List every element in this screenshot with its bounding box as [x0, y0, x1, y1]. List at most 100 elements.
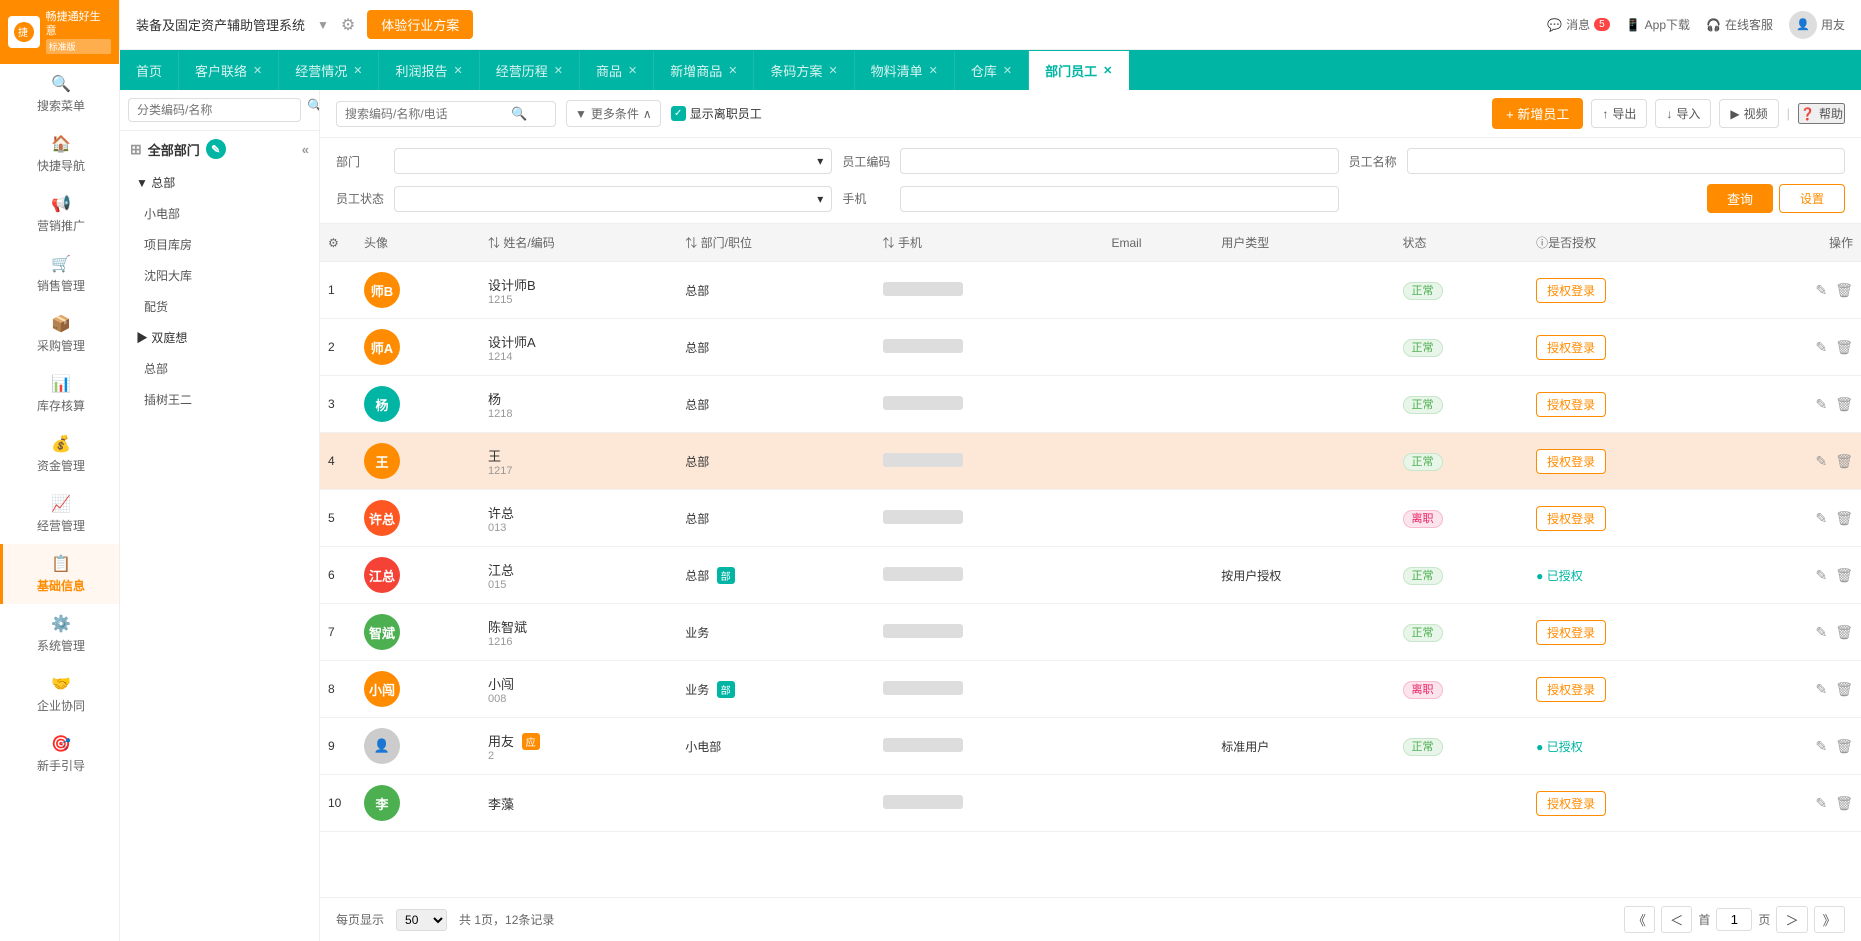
- dept-header[interactable]: ⊞ 全部部门 ✎ «: [120, 131, 319, 167]
- sidebar-item-shortcut[interactable]: 🏠 快捷导航: [0, 124, 119, 184]
- sidebar-item-finance[interactable]: 💰 资金管理: [0, 424, 119, 484]
- delete-icon[interactable]: 🗑: [1835, 624, 1853, 641]
- tab-biz-history-close[interactable]: ✕: [554, 64, 563, 77]
- delete-icon[interactable]: 🗑: [1835, 567, 1853, 584]
- tab-home[interactable]: 首页: [120, 51, 179, 90]
- per-page-select[interactable]: 50 100: [396, 909, 447, 931]
- delete-icon[interactable]: 🗑: [1835, 738, 1853, 755]
- tab-profit-close[interactable]: ✕: [454, 64, 463, 77]
- tab-materials[interactable]: 物料清单 ✕: [855, 51, 955, 90]
- user-item[interactable]: 👤 用友: [1789, 11, 1845, 39]
- auth-button[interactable]: 授权登录: [1536, 335, 1606, 360]
- dept-item-distribution[interactable]: 配货: [120, 291, 319, 322]
- col-settings[interactable]: ⚙: [320, 224, 356, 262]
- emp-code-input[interactable]: [900, 148, 1338, 174]
- dept-collapse-icon[interactable]: «: [302, 142, 309, 157]
- sort-name-icon[interactable]: ⇅: [488, 236, 500, 250]
- delete-icon[interactable]: 🗑: [1835, 339, 1853, 356]
- sort-phone-icon[interactable]: ⇅: [883, 236, 895, 250]
- tab-barcode[interactable]: 条码方案 ✕: [754, 51, 854, 90]
- sort-dept-icon[interactable]: ⇅: [685, 236, 697, 250]
- sidebar-item-system[interactable]: ⚙️ 系统管理: [0, 604, 119, 664]
- last-page-button[interactable]: 》: [1814, 906, 1845, 933]
- auth-button[interactable]: 授权登录: [1536, 392, 1606, 417]
- tab-warehouse-close[interactable]: ✕: [1003, 64, 1012, 77]
- sidebar-item-search[interactable]: 🔍 搜索菜单: [0, 64, 119, 124]
- export-button[interactable]: ↑ 导出: [1591, 99, 1647, 128]
- delete-icon[interactable]: 🗑: [1835, 510, 1853, 527]
- show-resigned-wrap[interactable]: ✓ 显示离职员工: [671, 105, 762, 122]
- dept-edit-button[interactable]: ✎: [206, 139, 226, 159]
- query-button[interactable]: 查询: [1707, 184, 1773, 213]
- tab-new-goods-close[interactable]: ✕: [728, 64, 737, 77]
- edit-icon[interactable]: ✎: [1815, 453, 1827, 470]
- edit-icon[interactable]: ✎: [1815, 282, 1827, 299]
- tab-barcode-close[interactable]: ✕: [828, 64, 837, 77]
- help-button[interactable]: ❓ 帮助: [1798, 103, 1845, 124]
- edit-icon[interactable]: ✎: [1815, 624, 1827, 641]
- dept-group-double[interactable]: ▶ 双庭想: [120, 322, 319, 353]
- auth-button[interactable]: 授权登录: [1536, 620, 1606, 645]
- sidebar-item-guide[interactable]: 🎯 新手引导: [0, 724, 119, 784]
- tab-customer-close[interactable]: ✕: [253, 64, 262, 77]
- delete-icon[interactable]: 🗑: [1835, 282, 1853, 299]
- delete-icon[interactable]: 🗑: [1835, 396, 1853, 413]
- dept-search-icon[interactable]: 🔍: [307, 98, 320, 122]
- search-icon[interactable]: 🔍: [511, 106, 527, 122]
- more-filter-button[interactable]: ▼ 更多条件 ∧: [566, 100, 661, 127]
- next-page-button[interactable]: ＞: [1776, 906, 1807, 933]
- auth-button[interactable]: 授权登录: [1536, 449, 1606, 474]
- edit-icon[interactable]: ✎: [1815, 510, 1827, 527]
- page-input[interactable]: [1716, 908, 1752, 931]
- phone-input[interactable]: [900, 186, 1338, 212]
- sidebar-item-inventory[interactable]: 📊 库存核算: [0, 364, 119, 424]
- message-item[interactable]: 💬 消息 5: [1547, 16, 1610, 33]
- settings-icon[interactable]: ⚙: [341, 15, 355, 35]
- sidebar-item-sales[interactable]: 🛒 销售管理: [0, 244, 119, 304]
- sidebar-item-basic[interactable]: 📋 基础信息: [0, 544, 119, 604]
- dept-group-hq[interactable]: ▼ 总部: [120, 167, 319, 198]
- add-employee-button[interactable]: + 新增员工: [1492, 98, 1583, 129]
- tab-warehouse[interactable]: 仓库 ✕: [955, 51, 1029, 90]
- tab-business-close[interactable]: ✕: [353, 64, 362, 77]
- first-page-button[interactable]: 《: [1624, 906, 1655, 933]
- delete-icon[interactable]: 🗑: [1835, 453, 1853, 470]
- sidebar-item-operation[interactable]: 📈 经营管理: [0, 484, 119, 544]
- dept-search-input[interactable]: [128, 98, 301, 122]
- emp-status-select[interactable]: ▾: [394, 186, 832, 212]
- edit-icon[interactable]: ✎: [1815, 339, 1827, 356]
- tab-business[interactable]: 经营情况 ✕: [279, 51, 379, 90]
- import-button[interactable]: ↓ 导入: [1655, 99, 1711, 128]
- sidebar-item-purchase[interactable]: 📦 采购管理: [0, 304, 119, 364]
- tab-profit[interactable]: 利润报告 ✕: [379, 51, 479, 90]
- sidebar-item-enterprise[interactable]: 🤝 企业协同: [0, 664, 119, 724]
- tab-goods[interactable]: 商品 ✕: [580, 51, 654, 90]
- sidebar-item-marketing[interactable]: 📢 营销推广: [0, 184, 119, 244]
- edit-icon[interactable]: ✎: [1815, 396, 1827, 413]
- edit-icon[interactable]: ✎: [1815, 567, 1827, 584]
- tab-dept-staff-close[interactable]: ✕: [1103, 64, 1112, 77]
- emp-name-input[interactable]: [1407, 148, 1845, 174]
- dept-filter-select[interactable]: ▾: [394, 148, 832, 174]
- edit-icon[interactable]: ✎: [1815, 738, 1827, 755]
- tab-new-goods[interactable]: 新增商品 ✕: [654, 51, 754, 90]
- tab-biz-history[interactable]: 经营历程 ✕: [480, 51, 580, 90]
- tab-materials-close[interactable]: ✕: [929, 64, 938, 77]
- prev-page-button[interactable]: ＜: [1661, 906, 1692, 933]
- dept-item-shenyang[interactable]: 沈阳大库: [120, 260, 319, 291]
- dept-item-vegetable[interactable]: 插树王二: [120, 384, 319, 415]
- reset-button[interactable]: 设置: [1779, 184, 1845, 213]
- show-resigned-checkbox[interactable]: ✓: [671, 106, 686, 121]
- delete-icon[interactable]: 🗑: [1835, 681, 1853, 698]
- trial-button[interactable]: 体验行业方案: [367, 10, 473, 39]
- search-input[interactable]: [345, 107, 505, 121]
- auth-button[interactable]: 授权登录: [1536, 677, 1606, 702]
- auth-button[interactable]: 授权登录: [1536, 791, 1606, 816]
- auth-button[interactable]: 授权登录: [1536, 278, 1606, 303]
- tab-dept-staff[interactable]: 部门员工 ✕: [1029, 51, 1129, 90]
- tab-customer[interactable]: 客户联络 ✕: [179, 51, 279, 90]
- video-button[interactable]: ▶ 视频: [1719, 99, 1778, 128]
- edit-icon[interactable]: ✎: [1815, 795, 1827, 812]
- online-support-item[interactable]: 🎧 在线客服: [1706, 16, 1773, 33]
- auth-button[interactable]: 授权登录: [1536, 506, 1606, 531]
